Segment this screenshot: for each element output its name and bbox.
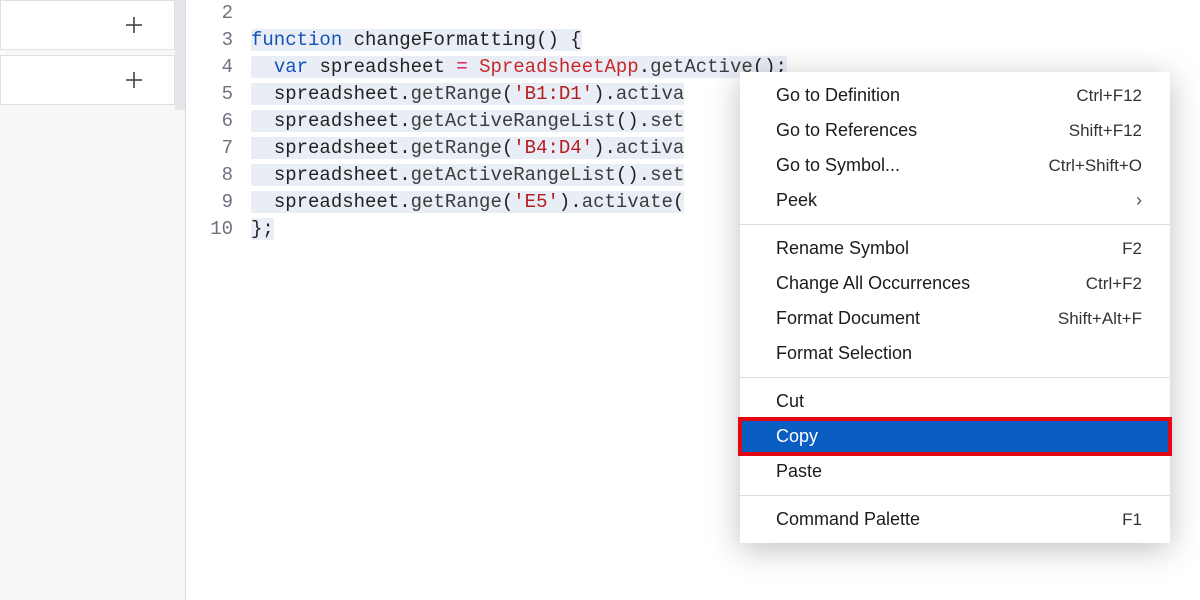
menu-item-label: Copy [776,426,818,447]
menu-item-label: Command Palette [776,509,920,530]
menu-item-label: Format Selection [776,343,912,364]
code-content[interactable]: function changeFormatting() { [251,27,1200,54]
menu-item-shortcut: Shift+F12 [1069,121,1142,141]
menu-item-label: Go to Symbol... [776,155,900,176]
menu-item-label: Go to Definition [776,85,900,106]
line-number: 2 [186,0,251,27]
menu-item-shortcut: F1 [1122,510,1142,530]
add-button-2[interactable] [0,55,175,105]
menu-item-rename-symbol[interactable]: Rename Symbol F2 [740,231,1170,266]
menu-item-copy[interactable]: Copy [740,419,1170,454]
line-number: 10 [186,216,251,243]
menu-item-shortcut: Ctrl+Shift+O [1048,156,1142,176]
line-number: 7 [186,135,251,162]
line-number: 6 [186,108,251,135]
menu-item-shortcut: Shift+Alt+F [1058,309,1142,329]
line-number: 3 [186,27,251,54]
code-line[interactable]: 3function changeFormatting() { [186,27,1200,54]
menu-item-label: Cut [776,391,804,412]
menu-item-format-document[interactable]: Format Document Shift+Alt+F [740,301,1170,336]
add-button-1[interactable] [0,0,175,50]
sidebar [0,0,175,110]
menu-item-label: Rename Symbol [776,238,909,259]
menu-item-go-to-references[interactable]: Go to References Shift+F12 [740,113,1170,148]
menu-item-go-to-definition[interactable]: Go to Definition Ctrl+F12 [740,78,1170,113]
menu-item-label: Paste [776,461,822,482]
code-line[interactable]: 2 [186,0,1200,27]
menu-item-command-palette[interactable]: Command Palette F1 [740,502,1170,537]
menu-item-shortcut: Ctrl+F12 [1076,86,1142,106]
plus-icon [122,68,146,92]
line-number: 8 [186,162,251,189]
menu-separator [740,224,1170,225]
context-menu: Go to Definition Ctrl+F12 Go to References… [740,72,1170,543]
menu-item-label: Change All Occurrences [776,273,970,294]
line-number: 5 [186,81,251,108]
menu-separator [740,377,1170,378]
menu-item-label: Format Document [776,308,920,329]
chevron-right-icon: › [1136,190,1142,211]
menu-item-cut[interactable]: Cut [740,384,1170,419]
menu-item-format-selection[interactable]: Format Selection [740,336,1170,371]
line-number: 4 [186,54,251,81]
menu-item-shortcut: Ctrl+F2 [1086,274,1142,294]
menu-item-paste[interactable]: Paste [740,454,1170,489]
menu-item-go-to-symbol[interactable]: Go to Symbol... Ctrl+Shift+O [740,148,1170,183]
menu-item-label: Go to References [776,120,917,141]
menu-item-change-all-occurrences[interactable]: Change All Occurrences Ctrl+F2 [740,266,1170,301]
menu-item-label: Peek [776,190,817,211]
menu-item-shortcut: F2 [1122,239,1142,259]
line-number: 9 [186,189,251,216]
menu-separator [740,495,1170,496]
menu-item-peek[interactable]: Peek › [740,183,1170,218]
plus-icon [122,13,146,37]
